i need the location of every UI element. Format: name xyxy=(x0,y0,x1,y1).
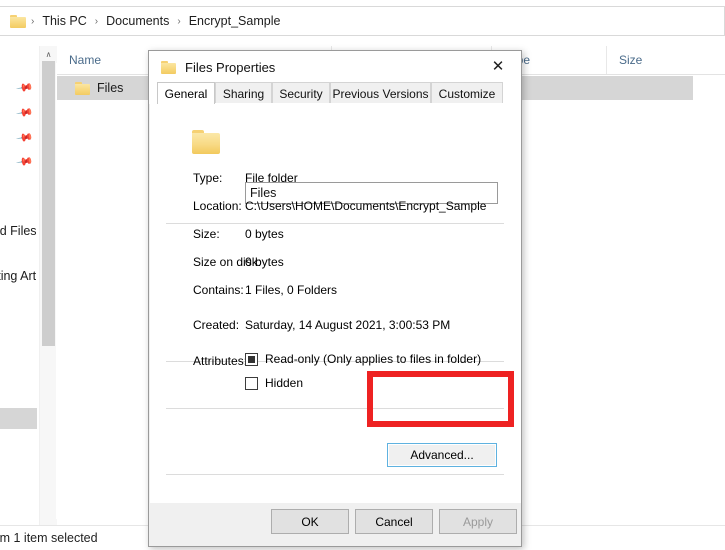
breadcrumb-separator: › xyxy=(94,15,99,27)
divider xyxy=(166,474,504,475)
cancel-button[interactable]: Cancel xyxy=(355,509,433,534)
address-bar[interactable]: › This PC › Documents › Encrypt_Sample xyxy=(0,6,725,36)
checkbox-hidden[interactable] xyxy=(245,376,258,390)
value-type: File folder xyxy=(245,171,298,185)
breadcrumb-documents[interactable]: Documents xyxy=(103,12,172,30)
status-bar-text: 1 item 1 item selected xyxy=(0,531,98,545)
checkbox-readonly[interactable] xyxy=(245,352,258,366)
folder-icon xyxy=(75,81,90,95)
nav-item-quick-access[interactable]: Quick access xyxy=(0,49,37,70)
readonly-checkbox-row[interactable]: Read-only (Only applies to files in fold… xyxy=(245,352,481,366)
nav-item-downloads-pc[interactable]: Downloads xyxy=(0,435,37,456)
files-properties-dialog: Files Properties ✕ General Sharing Secur… xyxy=(148,50,522,547)
value-created: Saturday, 14 August 2021, 3:00:53 PM xyxy=(245,318,451,332)
navigation-pane-scrollbar[interactable]: ∧ ∨ xyxy=(39,46,57,536)
tab-sharing[interactable]: Sharing xyxy=(215,82,272,104)
pin-icon: 📌 xyxy=(15,152,34,171)
pin-icon: 📌 xyxy=(15,128,34,147)
nav-item-documents-hover[interactable]: Documents xyxy=(0,408,37,429)
breadcrumb-this-pc[interactable]: This PC xyxy=(39,12,89,30)
label-contains: Contains: xyxy=(193,283,244,297)
tab-general[interactable]: General xyxy=(157,82,215,104)
pin-icon: 📌 xyxy=(15,103,34,122)
value-location: C:\Users\HOME\Documents\Encrypt_Sample xyxy=(245,199,487,213)
nav-item-pictures[interactable]: Pictures 📌 xyxy=(0,150,37,171)
checkbox-hidden-label: Hidden xyxy=(265,376,304,390)
column-header-size[interactable]: Size xyxy=(607,46,725,74)
file-row-name: Files xyxy=(75,81,123,95)
folder-icon-large xyxy=(192,130,220,154)
nav-item-downloads[interactable]: Downloads 📌 xyxy=(0,101,37,122)
breadcrumb-separator: › xyxy=(31,15,35,27)
tab-security[interactable]: Security xyxy=(272,82,330,104)
tab-strip: General Sharing Security Previous Versio… xyxy=(149,82,521,104)
nav-item-documents-pc[interactable]: Documents xyxy=(0,360,37,381)
value-size: 0 bytes xyxy=(245,227,284,241)
label-created: Created: xyxy=(193,318,240,332)
advanced-button[interactable]: Advanced... xyxy=(387,443,497,467)
nav-item-this-pc[interactable]: This PC xyxy=(0,325,37,346)
label-type: Type: xyxy=(193,171,223,185)
divider xyxy=(166,408,504,409)
nav-item-creative-cloud-files[interactable]: Creative Cloud Files xyxy=(0,220,37,241)
value-contains: 1 Files, 0 Folders xyxy=(245,283,338,297)
nav-item-label: Digital Painting Art xyxy=(0,268,37,283)
pin-icon: 📌 xyxy=(15,78,34,97)
label-attributes: Attributes: xyxy=(193,354,248,368)
folder-icon xyxy=(161,60,176,74)
nav-item-documents[interactable]: Documents 📌 xyxy=(0,126,37,147)
close-icon[interactable]: ✕ xyxy=(475,51,521,82)
breadcrumb-encrypt-sample[interactable]: Encrypt_Sample xyxy=(186,12,284,30)
dialog-title: Files Properties xyxy=(185,59,276,75)
nav-item-desktop[interactable]: Desktop 📌 xyxy=(0,76,37,97)
label-location: Location: xyxy=(193,199,242,213)
hidden-checkbox-row[interactable]: Hidden xyxy=(245,376,303,390)
scrollbar-thumb[interactable] xyxy=(42,61,55,346)
general-tab-panel: Type: File folder Location: C:\Users\HOM… xyxy=(150,103,521,503)
nav-item-digital-painting-art[interactable]: Digital Painting Art xyxy=(0,265,37,286)
divider xyxy=(166,223,504,224)
nav-item-onedrive[interactable]: OneDrive xyxy=(0,176,37,197)
breadcrumb-separator: › xyxy=(177,15,181,27)
dialog-title-bar[interactable]: Files Properties ✕ xyxy=(149,51,521,83)
label-size: Size: xyxy=(193,227,220,241)
apply-button: Apply xyxy=(439,509,517,534)
folder-icon xyxy=(10,14,26,28)
checkbox-readonly-label: Read-only (Only applies to files in fold… xyxy=(265,352,482,366)
value-size-on-disk: 0 bytes xyxy=(245,255,284,269)
tab-previous-versions[interactable]: Previous Versions xyxy=(330,82,431,104)
ok-button[interactable]: OK xyxy=(271,509,349,534)
nav-item-label: Creative Cloud Files xyxy=(0,223,37,238)
dialog-footer: OK Cancel Apply xyxy=(149,502,521,546)
tab-customize[interactable]: Customize xyxy=(431,82,503,104)
navigation-pane[interactable]: Quick access Desktop 📌 Downloads 📌 Docum… xyxy=(0,45,37,537)
file-name-label: Files xyxy=(97,81,124,95)
